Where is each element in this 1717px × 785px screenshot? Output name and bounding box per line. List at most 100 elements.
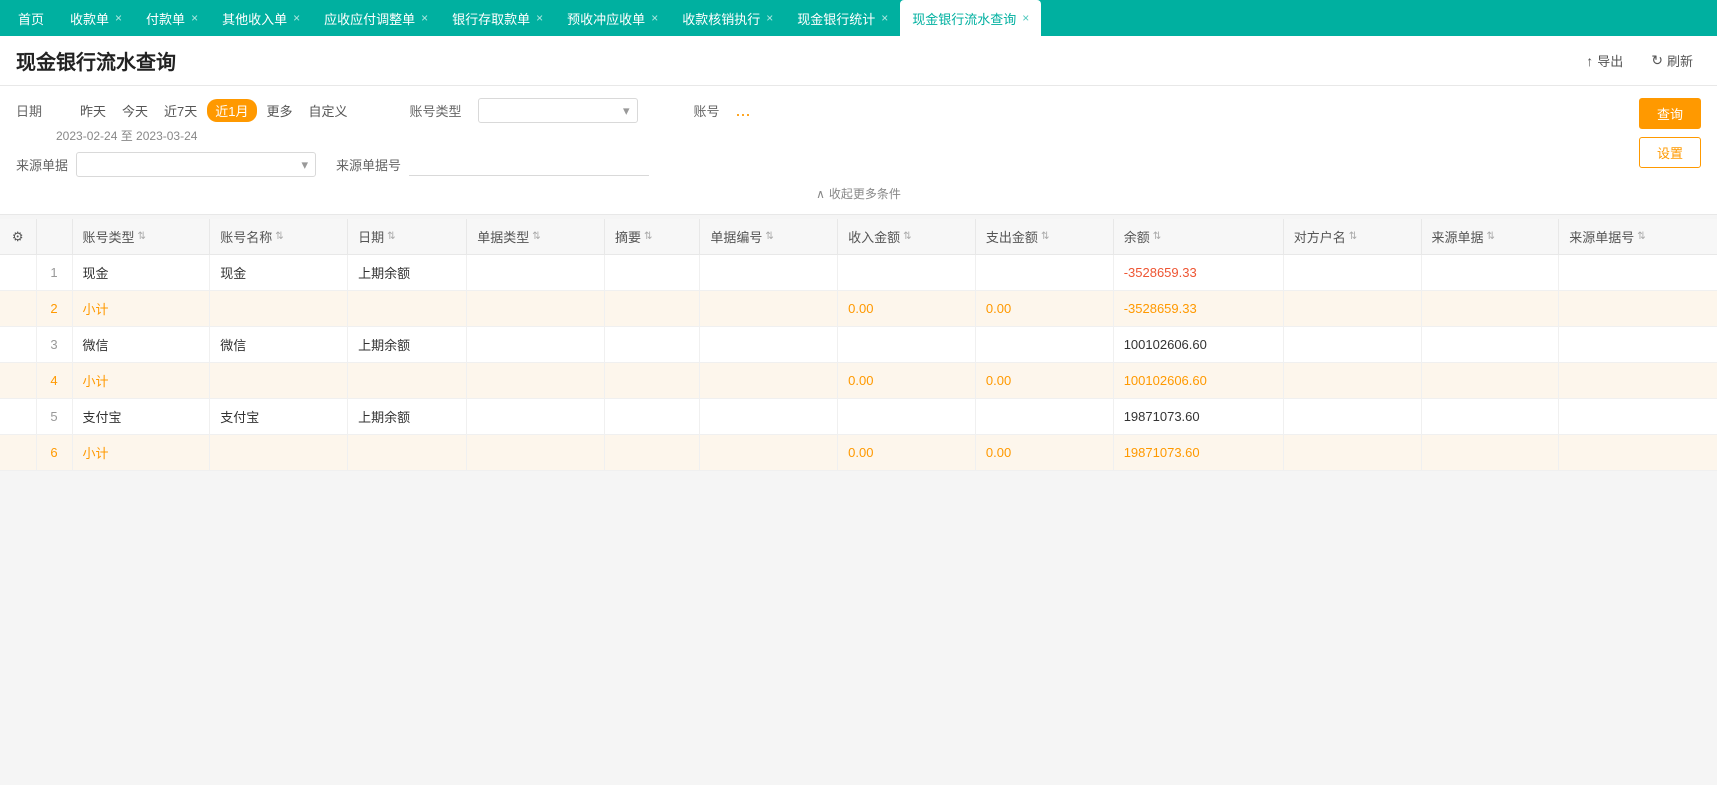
refresh-button[interactable]: ↻ 刷新 — [1643, 47, 1701, 74]
nav-tab-fukuan[interactable]: 付款单 × — [134, 0, 210, 36]
row-counterpart — [1283, 291, 1421, 327]
settings-button[interactable]: 设置 — [1639, 137, 1701, 168]
table-row[interactable]: 2 小计 0.00 0.00 -3528659.33 — [0, 291, 1717, 327]
account-label: 账号 — [694, 101, 724, 120]
row-doc-type — [467, 363, 605, 399]
th-expense[interactable]: 支出金额 ⇅ — [975, 219, 1113, 255]
th-doc-type[interactable]: 单据类型 ⇅ — [467, 219, 605, 255]
close-icon[interactable]: × — [115, 11, 122, 25]
row-account-name: 微信 — [210, 327, 348, 363]
close-icon[interactable]: × — [651, 11, 658, 25]
row-source-doc-no — [1559, 399, 1717, 435]
row-account-name: 现金 — [210, 255, 348, 291]
nav-tab-xianjinliushui[interactable]: 现金银行流水查询 × — [900, 0, 1041, 36]
row-doc-no — [700, 363, 838, 399]
nav-tab-shoukuanhe[interactable]: 收款核销执行 × — [670, 0, 785, 36]
close-icon[interactable]: × — [536, 11, 543, 25]
table-row[interactable]: 1 现金 现金 上期余额 -3528659.33 — [0, 255, 1717, 291]
row-account-type: 微信 — [72, 327, 210, 363]
row-balance: -3528659.33 — [1113, 291, 1283, 327]
close-icon[interactable]: × — [1022, 11, 1029, 25]
row-source-doc-no — [1559, 363, 1717, 399]
sort-icon: ⇅ — [1487, 231, 1495, 242]
row-source-doc — [1421, 327, 1559, 363]
row-doc-no — [700, 255, 838, 291]
date-opt-7days[interactable]: 近7天 — [158, 99, 203, 122]
sort-icon: ⇅ — [1153, 231, 1161, 242]
table-row[interactable]: 5 支付宝 支付宝 上期余额 19871073.60 — [0, 399, 1717, 435]
export-button[interactable]: ↑ 导出 — [1578, 47, 1631, 74]
collapse-bar[interactable]: ∧ 收起更多条件 — [16, 181, 1701, 206]
row-expense — [975, 255, 1113, 291]
date-opt-custom[interactable]: 自定义 — [303, 99, 354, 122]
source-doc-select-wrapper — [76, 152, 316, 177]
th-date[interactable]: 日期 ⇅ — [348, 219, 467, 255]
close-icon[interactable]: × — [191, 11, 198, 25]
account-type-label: 账号类型 — [410, 101, 470, 120]
source-doc-group: 来源单据 — [16, 152, 316, 177]
row-account-type: 小计 — [72, 291, 210, 327]
row-num: 1 — [36, 255, 72, 291]
th-account-name[interactable]: 账号名称 ⇅ — [210, 219, 348, 255]
row-doc-type — [467, 291, 605, 327]
row-expense — [975, 399, 1113, 435]
row-doc-type — [467, 255, 605, 291]
nav-tab-shoukuan[interactable]: 收款单 × — [58, 0, 134, 36]
row-summary — [605, 363, 700, 399]
close-icon[interactable]: × — [421, 11, 428, 25]
nav-tab-yingshou[interactable]: 应收应付调整单 × — [312, 0, 440, 36]
filter-row-2: 来源单据 来源单据号 — [16, 152, 1623, 177]
th-gear[interactable]: ⚙ — [0, 219, 36, 255]
row-balance: 100102606.60 — [1113, 363, 1283, 399]
th-source-doc-no[interactable]: 来源单据号 ⇅ — [1559, 219, 1717, 255]
sort-icon: ⇅ — [275, 231, 283, 242]
th-summary[interactable]: 摘要 ⇅ — [605, 219, 700, 255]
nav-tab-qita[interactable]: 其他收入单 × — [210, 0, 312, 36]
close-icon[interactable]: × — [766, 11, 773, 25]
th-balance[interactable]: 余额 ⇅ — [1113, 219, 1283, 255]
row-summary — [605, 291, 700, 327]
source-doc-select[interactable] — [76, 152, 316, 177]
th-source-doc[interactable]: 来源单据 ⇅ — [1421, 219, 1559, 255]
row-date — [348, 435, 467, 471]
row-gear — [0, 291, 36, 327]
date-opt-more[interactable]: 更多 — [261, 99, 299, 122]
date-opt-1month[interactable]: 近1月 — [207, 99, 256, 122]
row-balance: -3528659.33 — [1113, 255, 1283, 291]
row-balance: 19871073.60 — [1113, 435, 1283, 471]
account-dots-button[interactable]: ... — [732, 100, 755, 121]
account-type-select[interactable] — [478, 98, 638, 123]
row-counterpart — [1283, 435, 1421, 471]
row-gear — [0, 363, 36, 399]
account-type-select-wrapper — [478, 98, 638, 123]
close-icon[interactable]: × — [293, 11, 300, 25]
table-row[interactable]: 4 小计 0.00 0.00 100102606.60 — [0, 363, 1717, 399]
nav-tab-yushou[interactable]: 预收冲应收单 × — [555, 0, 670, 36]
date-opt-yesterday[interactable]: 昨天 — [74, 99, 112, 122]
source-doc-no-input[interactable] — [409, 154, 649, 176]
th-account-type[interactable]: 账号类型 ⇅ — [72, 219, 210, 255]
row-summary — [605, 327, 700, 363]
th-income[interactable]: 收入金额 ⇅ — [838, 219, 976, 255]
refresh-icon: ↻ — [1651, 52, 1663, 69]
row-account-name — [210, 363, 348, 399]
th-doc-no[interactable]: 单据编号 ⇅ — [700, 219, 838, 255]
row-gear — [0, 399, 36, 435]
row-income: 0.00 — [838, 363, 976, 399]
nav-tab-xianjintongji[interactable]: 现金银行统计 × — [785, 0, 900, 36]
row-date — [348, 363, 467, 399]
filter-row-1: 日期 昨天 今天 近7天 近1月 更多 自定义 账号类型 账号 — [16, 98, 1623, 123]
table-row[interactable]: 3 微信 微信 上期余额 100102606.60 — [0, 327, 1717, 363]
close-icon[interactable]: × — [881, 11, 888, 25]
nav-tab-yinhang[interactable]: 银行存取款单 × — [440, 0, 555, 36]
row-income: 0.00 — [838, 435, 976, 471]
row-expense: 0.00 — [975, 363, 1113, 399]
row-expense: 0.00 — [975, 435, 1113, 471]
row-source-doc — [1421, 399, 1559, 435]
date-opt-today[interactable]: 今天 — [116, 99, 154, 122]
nav-home[interactable]: 首页 — [4, 0, 58, 36]
filter-area: 日期 昨天 今天 近7天 近1月 更多 自定义 账号类型 账号 — [0, 86, 1717, 215]
table-row[interactable]: 6 小计 0.00 0.00 19871073.60 — [0, 435, 1717, 471]
query-button[interactable]: 查询 — [1639, 98, 1701, 129]
th-counterpart[interactable]: 对方户名 ⇅ — [1283, 219, 1421, 255]
